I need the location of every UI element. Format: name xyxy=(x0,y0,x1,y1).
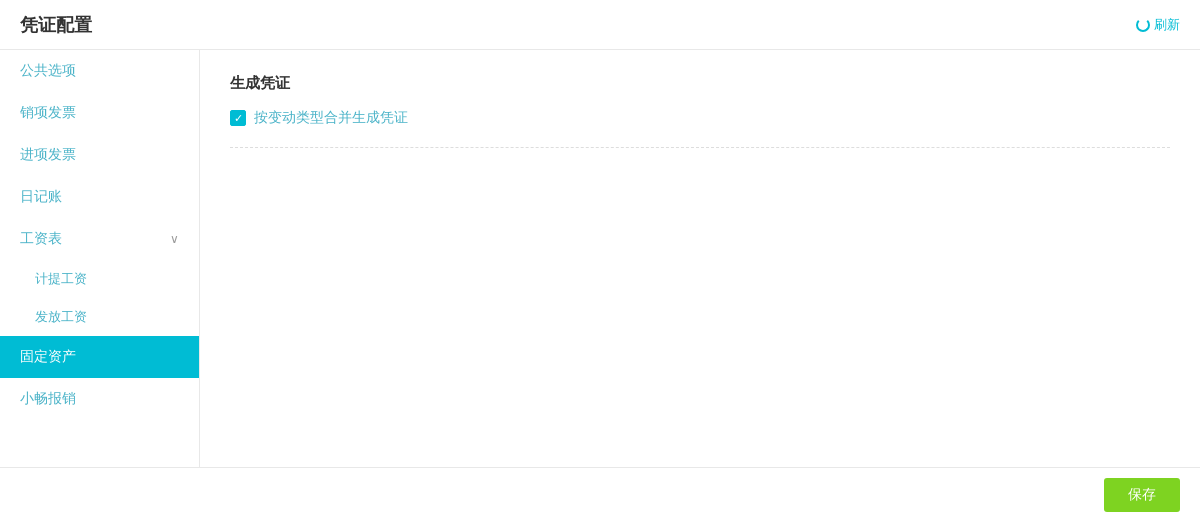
sidebar-item-expense-report[interactable]: 小畅报销 xyxy=(0,378,199,420)
sidebar-item-label: 销项发票 xyxy=(20,104,76,122)
sidebar-item-label: 日记账 xyxy=(20,188,62,206)
sidebar-subitem-payroll-distribution[interactable]: 发放工资 xyxy=(0,298,199,336)
sidebar: 公共选项销项发票进项发票日记账工资表 ∨ 计提工资发放工资固定资产小畅报销 xyxy=(0,50,200,467)
page-title: 凭证配置 xyxy=(20,13,92,37)
body-wrapper: 公共选项销项发票进项发票日记账工资表 ∨ 计提工资发放工资固定资产小畅报销 生成凭证… xyxy=(0,50,1200,467)
refresh-icon xyxy=(1136,18,1150,32)
main-content: 生成凭证 按变动类型合并生成凭证 xyxy=(200,50,1200,467)
sidebar-item-label: 小畅报销 xyxy=(20,390,76,408)
checkbox-row[interactable]: 按变动类型合并生成凭证 xyxy=(230,109,1170,127)
refresh-label: 刷新 xyxy=(1154,16,1180,34)
sidebar-item-fixed-assets[interactable]: 固定资产 xyxy=(0,336,199,378)
section-title: 生成凭证 xyxy=(230,74,1170,93)
footer: 保存 xyxy=(0,467,1200,522)
save-button[interactable]: 保存 xyxy=(1104,478,1180,512)
sidebar-item-label: 公共选项 xyxy=(20,62,76,80)
sidebar-subitem-payroll-accrual[interactable]: 计提工资 xyxy=(0,260,199,298)
header: 凭证配置 刷新 xyxy=(0,0,1200,50)
sidebar-item-label: 进项发票 xyxy=(20,146,76,164)
refresh-button[interactable]: 刷新 xyxy=(1136,16,1180,34)
sidebar-item-payroll[interactable]: 工资表 ∨ xyxy=(0,218,199,260)
checkbox-label[interactable]: 按变动类型合并生成凭证 xyxy=(254,109,408,127)
sidebar-item-journal[interactable]: 日记账 xyxy=(0,176,199,218)
sidebar-item-label: 固定资产 xyxy=(20,348,76,366)
merge-checkbox[interactable] xyxy=(230,110,246,126)
chevron-down-icon: ∨ xyxy=(170,232,179,246)
sidebar-item-public-options[interactable]: 公共选项 xyxy=(0,50,199,92)
sidebar-item-sales-invoice[interactable]: 销项发票 xyxy=(0,92,199,134)
sidebar-item-purchase-invoice[interactable]: 进项发票 xyxy=(0,134,199,176)
divider xyxy=(230,147,1170,148)
sidebar-item-label: 工资表 xyxy=(20,230,62,248)
page-wrapper: 凭证配置 刷新 公共选项销项发票进项发票日记账工资表 ∨ 计提工资发放工资固定资产小… xyxy=(0,0,1200,522)
